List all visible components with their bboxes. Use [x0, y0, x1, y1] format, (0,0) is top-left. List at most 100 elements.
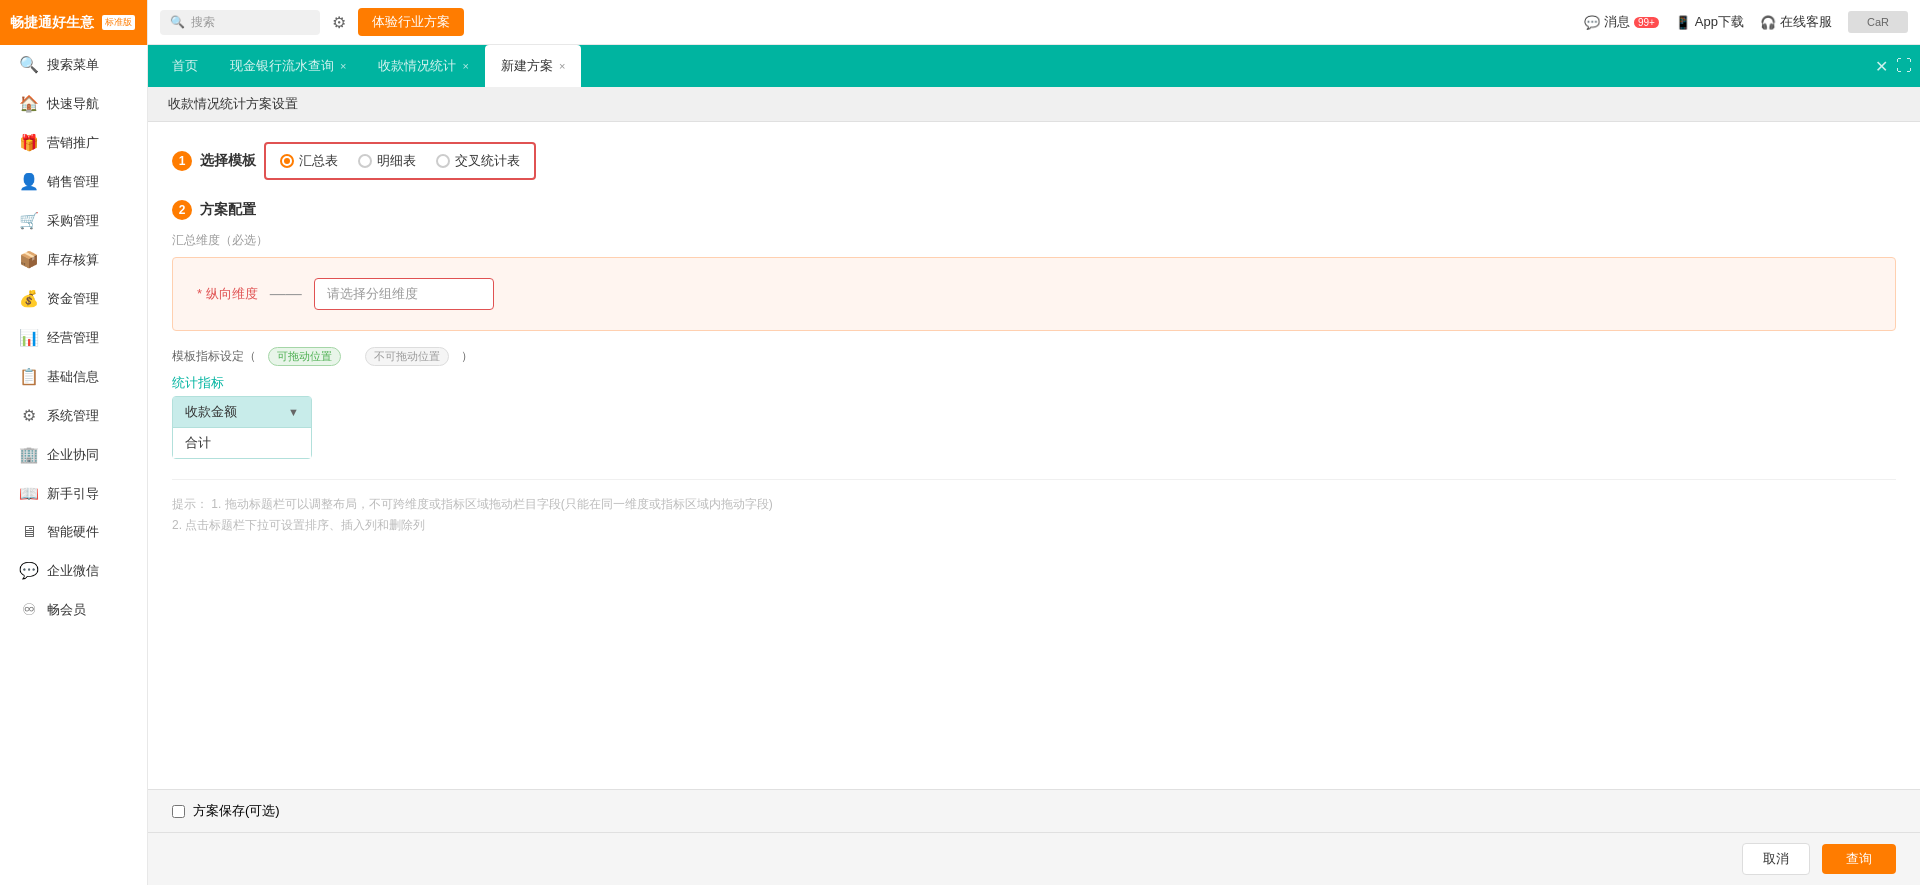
cancel-button[interactable]: 取消 — [1742, 843, 1810, 875]
sidebar-item-purchase[interactable]: 🛒采购管理 — [0, 201, 147, 240]
download-item[interactable]: 📱 App下载 — [1675, 13, 1744, 31]
sidebar-item-member[interactable]: ♾ 畅会员 — [0, 590, 147, 629]
settings-icon[interactable]: ⚙ — [332, 13, 346, 32]
tab-label: 现金银行流水查询 — [230, 57, 334, 75]
sidebar-item-label: 畅会员 — [47, 601, 86, 619]
step2-section: 2 方案配置 汇总维度（必选） * 纵向维度 —— 请选择分组维度 — [172, 200, 1896, 534]
tab-new-plan[interactable]: 新建方案 × — [485, 45, 581, 87]
logo-text: 畅捷通好生意 — [10, 14, 94, 32]
tab-cashflow[interactable]: 现金银行流水查询 × — [214, 45, 362, 87]
sidebar: 畅捷通好生意 标准版 🔍搜索菜单🏠快速导航🎁营销推广👤销售管理🛒采购管理📦库存核… — [0, 0, 148, 885]
sidebar-item-quick-nav[interactable]: 🏠快速导航 — [0, 84, 147, 123]
sidebar-item-operation[interactable]: 📊经营管理 — [0, 318, 147, 357]
marketing-icon: 🎁 — [19, 133, 39, 152]
tab-close-icon[interactable]: × — [340, 60, 346, 72]
chevron-down-icon[interactable]: ▼ — [288, 406, 299, 418]
dimension-area: * 纵向维度 —— 请选择分组维度 — [172, 257, 1896, 331]
tab-label: 首页 — [172, 57, 198, 75]
save-option-bar: 方案保存(可选) — [148, 789, 1920, 832]
save-option-label: 方案保存(可选) — [193, 802, 280, 820]
template-radio-group: 汇总表 明细表 交叉统计表 — [264, 142, 536, 180]
message-label: 消息 — [1604, 13, 1630, 31]
trial-button[interactable]: 体验行业方案 — [358, 8, 464, 36]
sidebar-item-finance[interactable]: 💰资金管理 — [0, 279, 147, 318]
indicator-section: 模板指标设定（ 可拖动位置 不可拖动位置 ） 统计指标 收款金额 ▼ 合计 — [172, 347, 1896, 459]
indicator-table: 收款金额 ▼ 合计 — [172, 396, 312, 459]
message-icon: 💬 — [1584, 15, 1600, 30]
save-checkbox[interactable] — [172, 805, 185, 818]
radio-detail-circle — [358, 154, 372, 168]
sidebar-item-guide[interactable]: 📖新手引导 — [0, 474, 147, 513]
main-area: 🔍 搜索 ⚙ 体验行业方案 💬 消息 99+ 📱 App下载 🎧 在线客服 Ca… — [148, 0, 1920, 885]
service-item[interactable]: 🎧 在线客服 — [1760, 13, 1832, 31]
dimension-select[interactable]: 请选择分组维度 — [314, 278, 494, 310]
dimension-required-label: 汇总维度（必选） — [172, 232, 1896, 249]
quick-nav-icon: 🏠 — [19, 94, 39, 113]
sidebar-item-enterprise[interactable]: 🏢 企业协同 — [0, 435, 147, 474]
tips-section: 提示： 1. 拖动标题栏可以调整布局，不可跨维度或指标区域拖动栏目字段(只能在同… — [172, 479, 1896, 534]
hardware-icon: 🖥 — [19, 523, 39, 541]
movable-badge: 可拖动位置 — [268, 347, 341, 366]
radio-cross-circle — [436, 154, 450, 168]
sidebar-item-inventory[interactable]: 📦库存核算 — [0, 240, 147, 279]
dimension-row: * 纵向维度 —— 请选择分组维度 — [197, 278, 1871, 310]
sidebar-item-label: 企业协同 — [47, 446, 99, 464]
step2-number: 2 — [172, 200, 192, 220]
sidebar-item-hardware[interactable]: 🖥 智能硬件 — [0, 513, 147, 551]
tab-close-icon[interactable]: × — [559, 60, 565, 72]
radio-summary[interactable]: 汇总表 — [280, 152, 338, 170]
tab-close-icon[interactable]: × — [462, 60, 468, 72]
member-icon: ♾ — [19, 600, 39, 619]
radio-detail[interactable]: 明细表 — [358, 152, 416, 170]
unmovable-badge: 不可拖动位置 — [365, 347, 449, 366]
sidebar-item-wechat[interactable]: 💬企业微信 — [0, 551, 147, 590]
step1-label: 选择模板 — [200, 152, 256, 170]
search-bar[interactable]: 🔍 搜索 — [160, 10, 320, 35]
radio-summary-label: 汇总表 — [299, 152, 338, 170]
stat-indicator-label: 统计指标 — [172, 374, 1896, 392]
sidebar-item-label: 基础信息 — [47, 368, 99, 386]
sidebar-item-system[interactable]: ⚙系统管理 — [0, 396, 147, 435]
enterprise-icon: 🏢 — [19, 445, 39, 464]
base-info-icon: 📋 — [19, 367, 39, 386]
sidebar-item-base-info[interactable]: 📋 基础信息 — [0, 357, 147, 396]
finance-icon: 💰 — [19, 289, 39, 308]
indicator-table-header[interactable]: 收款金额 ▼ — [173, 397, 311, 428]
sidebar-item-label: 智能硬件 — [47, 523, 99, 541]
page-title-bar: 收款情况统计方案设置 — [148, 87, 1920, 122]
sidebar-item-marketing[interactable]: 🎁营销推广 — [0, 123, 147, 162]
user-avatar[interactable]: CaR — [1848, 11, 1908, 33]
sidebar-item-label: 新手引导 — [47, 485, 99, 503]
message-item[interactable]: 💬 消息 99+ — [1584, 13, 1659, 31]
query-button[interactable]: 查询 — [1822, 844, 1896, 874]
download-label: App下载 — [1695, 13, 1744, 31]
tab-label: 新建方案 — [501, 57, 553, 75]
purchase-icon: 🛒 — [19, 211, 39, 230]
page-content: 收款情况统计方案设置 1 选择模板 汇总表 明细表 — [148, 87, 1920, 832]
tab-bar-right: ✕ ⛶ — [1875, 57, 1912, 76]
tab-collection[interactable]: 收款情况统计× — [362, 45, 484, 87]
sidebar-item-label: 系统管理 — [47, 407, 99, 425]
search-placeholder: 搜索 — [191, 14, 215, 31]
search-menu-icon: 🔍 — [19, 55, 39, 74]
indicator-table-cell: 合计 — [173, 428, 311, 458]
tab-home[interactable]: 首页 — [156, 45, 214, 87]
dimension-arrow-icon: —— — [270, 285, 302, 303]
service-icon: 🎧 — [1760, 15, 1776, 30]
close-window-icon[interactable]: ✕ — [1875, 57, 1888, 76]
tip-1: 提示： 1. 拖动标题栏可以调整布局，不可跨维度或指标区域拖动栏目字段(只能在同… — [172, 496, 1896, 513]
maximize-icon[interactable]: ⛶ — [1896, 57, 1912, 76]
search-icon: 🔍 — [170, 15, 185, 29]
sidebar-item-label: 企业微信 — [47, 562, 99, 580]
inventory-icon: 📦 — [19, 250, 39, 269]
radio-cross[interactable]: 交叉统计表 — [436, 152, 520, 170]
form-area: 1 选择模板 汇总表 明细表 交叉统计表 — [148, 122, 1920, 789]
sidebar-item-search-menu[interactable]: 🔍搜索菜单 — [0, 45, 147, 84]
sidebar-item-sales[interactable]: 👤销售管理 — [0, 162, 147, 201]
dimension-section: 汇总维度（必选） * 纵向维度 —— 请选择分组维度 — [172, 232, 1896, 331]
step2-label: 方案配置 — [200, 201, 256, 219]
operation-icon: 📊 — [19, 328, 39, 347]
step2-header: 2 方案配置 — [172, 200, 1896, 220]
footer-bar: 取消 查询 — [148, 832, 1920, 885]
radio-detail-label: 明细表 — [377, 152, 416, 170]
